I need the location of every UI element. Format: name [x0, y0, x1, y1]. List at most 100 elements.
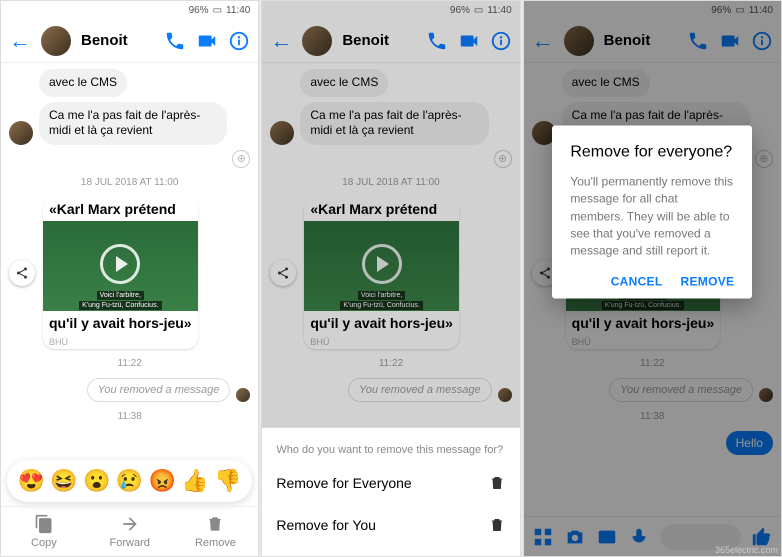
- battery-text: 96%: [189, 5, 209, 16]
- message-bubble[interactable]: avec le CMS: [562, 69, 650, 97]
- removed-message[interactable]: You removed a message: [87, 378, 231, 402]
- media-card[interactable]: «Karl Marx prétend Voici l'arbitre,K'ung…: [304, 197, 459, 349]
- card-title-bottom: qu'il y avait hors-jeu»: [304, 311, 459, 335]
- camera-icon[interactable]: [564, 526, 586, 548]
- cancel-button[interactable]: CANCEL: [611, 274, 663, 288]
- timestamp: 18 JUL 2018 AT 11:00: [9, 173, 250, 192]
- share-button[interactable]: [9, 260, 35, 286]
- dialog-body: You'll permanently remove this message f…: [570, 173, 734, 260]
- reaction-thumbs-up[interactable]: 👍: [181, 468, 208, 494]
- avatar[interactable]: [564, 26, 594, 56]
- reaction-sad[interactable]: 😢: [116, 468, 143, 494]
- play-icon[interactable]: [362, 244, 402, 284]
- voice-call-icon[interactable]: [687, 30, 709, 52]
- confirm-dialog: Remove for everyone? You'll permanently …: [552, 125, 752, 298]
- info-icon[interactable]: [228, 30, 250, 52]
- timestamp: 11:38: [9, 407, 250, 426]
- status-bar: 96% ▭ 11:40: [524, 1, 781, 19]
- chat-header: ← Benoit: [524, 19, 781, 63]
- back-button[interactable]: ←: [9, 28, 31, 54]
- clock: 11:40: [226, 5, 250, 16]
- timestamp: 11:22: [270, 354, 511, 373]
- battery-icon: ▭: [474, 5, 483, 16]
- action-bar: Copy Forward Remove: [1, 506, 258, 556]
- sheet-question: Who do you want to remove this message f…: [274, 438, 507, 462]
- remove-sheet: Who do you want to remove this message f…: [262, 427, 519, 556]
- timestamp: 18 JUL 2018 AT 11:00: [270, 173, 511, 192]
- contact-name[interactable]: Benoit: [81, 32, 154, 49]
- removed-message[interactable]: You removed a message: [348, 378, 492, 402]
- avatar-small[interactable]: [9, 121, 33, 145]
- screen-reactions: 96% ▭ 11:40 ← Benoit avec le CMS Ca me l…: [0, 0, 259, 557]
- reaction-angry[interactable]: 😡: [149, 468, 176, 494]
- message-row: Ca me l'a pas fait de l'après-midi et là…: [9, 102, 250, 145]
- forward-action[interactable]: Forward: [87, 507, 173, 556]
- avatar-small[interactable]: [270, 121, 294, 145]
- sent-message[interactable]: Hello: [726, 431, 773, 455]
- watermark: 365electric.com: [715, 545, 778, 555]
- video-thumbnail[interactable]: Voici l'arbitre, K'ung Fu-tzü, Confucius…: [43, 221, 198, 311]
- reaction-wow[interactable]: 😮: [83, 468, 110, 494]
- contact-name[interactable]: Benoit: [604, 32, 677, 49]
- screen-confirm-dialog: 96% ▭ 11:40 ← Benoit avec le CMS Ca me l…: [523, 0, 782, 557]
- voice-call-icon[interactable]: [426, 30, 448, 52]
- play-icon[interactable]: [100, 244, 140, 284]
- card-title-top: «Karl Marx prétend: [304, 197, 459, 221]
- card-title-bottom: qu'il y avait hors-jeu»: [43, 311, 198, 335]
- timestamp: 11:22: [9, 354, 250, 373]
- more-icon[interactable]: ⊕: [232, 150, 250, 168]
- mic-icon[interactable]: [628, 526, 650, 548]
- remove-you-label: Remove for You: [276, 517, 376, 533]
- video-thumbnail[interactable]: Voici l'arbitre,K'ung Fu-tzü, Confucius.: [304, 221, 459, 311]
- remove-everyone-row[interactable]: Remove for Everyone: [274, 462, 507, 504]
- remove-action[interactable]: Remove: [173, 507, 259, 556]
- more-icon[interactable]: ⊕: [755, 150, 773, 168]
- card-source: BHÜ: [566, 335, 721, 349]
- battery-icon: ▭: [213, 5, 222, 16]
- forward-label: Forward: [110, 537, 150, 549]
- more-icon[interactable]: ⊕: [494, 150, 512, 168]
- clock: 11:40: [749, 5, 773, 16]
- remove-you-row[interactable]: Remove for You: [274, 504, 507, 546]
- removed-message[interactable]: You removed a message: [609, 378, 753, 402]
- share-button[interactable]: [270, 260, 296, 286]
- chat-area[interactable]: avec le CMS Ca me l'a pas fait de l'aprè…: [1, 63, 258, 456]
- status-bar: 96% ▭ 11:40: [262, 1, 519, 19]
- chat-header: ← Benoit: [262, 19, 519, 63]
- card-source: BHÜ: [304, 335, 459, 349]
- video-call-icon[interactable]: [458, 30, 480, 52]
- media-card[interactable]: «Karl Marx prétend Voici l'arbitre, K'un…: [43, 197, 198, 349]
- message-bubble[interactable]: avec le CMS: [300, 69, 388, 97]
- caption-line: K'ung Fu-tzü, Confucius.: [602, 301, 684, 310]
- video-call-icon[interactable]: [719, 30, 741, 52]
- info-icon[interactable]: [490, 30, 512, 52]
- info-icon[interactable]: [751, 30, 773, 52]
- apps-icon[interactable]: [532, 526, 554, 548]
- back-button[interactable]: ←: [532, 28, 554, 54]
- avatar[interactable]: [41, 26, 71, 56]
- gallery-icon[interactable]: [596, 526, 618, 548]
- battery-text: 96%: [450, 5, 470, 16]
- message-row: avec le CMS: [9, 69, 250, 97]
- reaction-thumbs-down[interactable]: 👎: [214, 468, 241, 494]
- message-bubble[interactable]: Ca me l'a pas fait de l'après-midi et là…: [300, 102, 488, 145]
- card-source: BHÜ: [43, 335, 198, 349]
- clock: 11:40: [487, 5, 511, 16]
- battery-icon: ▭: [735, 5, 744, 16]
- voice-call-icon[interactable]: [164, 30, 186, 52]
- video-call-icon[interactable]: [196, 30, 218, 52]
- copy-action[interactable]: Copy: [1, 507, 87, 556]
- caption-line: Voici l'arbitre,: [97, 291, 144, 300]
- message-bubble[interactable]: Ca me l'a pas fait de l'après-midi et là…: [39, 102, 227, 145]
- message-bubble[interactable]: avec le CMS: [39, 69, 127, 97]
- reaction-heart-eyes[interactable]: 😍: [18, 468, 45, 494]
- caption-line: K'ung Fu-tzü, Confucius.: [340, 301, 422, 310]
- card-row: «Karl Marx prétend Voici l'arbitre, K'un…: [9, 197, 250, 349]
- status-bar: 96% ▭ 11:40: [1, 1, 258, 19]
- back-button[interactable]: ←: [270, 28, 292, 54]
- caption-line: Voici l'arbitre,: [358, 291, 405, 300]
- reaction-laugh[interactable]: 😆: [50, 468, 77, 494]
- contact-name[interactable]: Benoit: [342, 32, 415, 49]
- remove-button[interactable]: REMOVE: [681, 274, 735, 288]
- avatar[interactable]: [302, 26, 332, 56]
